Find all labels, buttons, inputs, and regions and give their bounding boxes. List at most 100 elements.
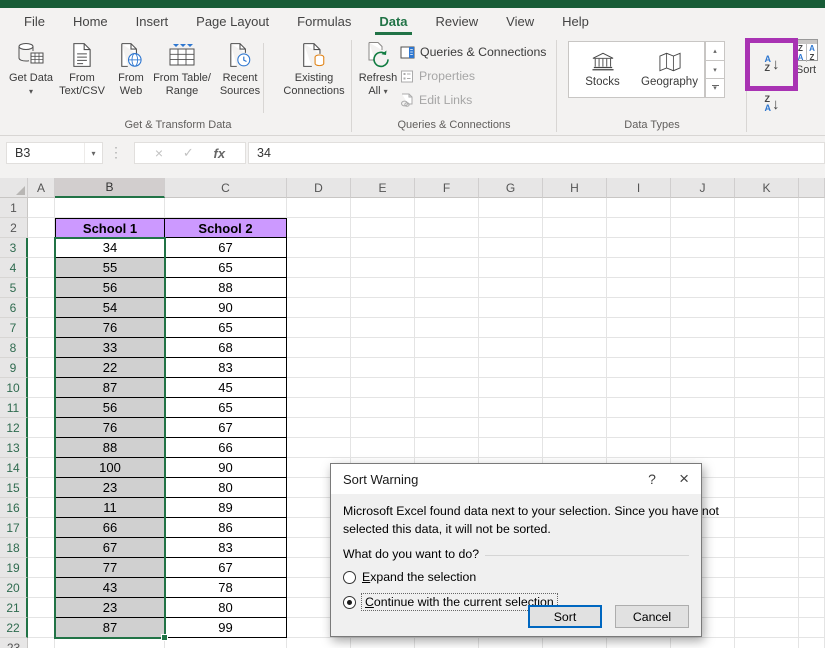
cell-J4[interactable] bbox=[671, 258, 735, 278]
cell-K6[interactable] bbox=[735, 298, 799, 318]
cell-G12[interactable] bbox=[479, 418, 543, 438]
cell-B17[interactable]: 66 bbox=[55, 518, 165, 538]
tab-view[interactable]: View bbox=[492, 8, 548, 35]
cell-H2[interactable] bbox=[543, 218, 607, 238]
cell-G10[interactable] bbox=[479, 378, 543, 398]
cell-E5[interactable] bbox=[351, 278, 415, 298]
row-header-8[interactable]: 8 bbox=[0, 338, 28, 358]
cell-J11[interactable] bbox=[671, 398, 735, 418]
cell-D6[interactable] bbox=[287, 298, 351, 318]
cell-B9[interactable]: 22 bbox=[55, 358, 165, 378]
select-all-corner[interactable] bbox=[0, 178, 28, 198]
cell-F6[interactable] bbox=[415, 298, 479, 318]
tab-file[interactable]: File bbox=[10, 8, 59, 35]
tab-review[interactable]: Review bbox=[422, 8, 493, 35]
cell-partial-23[interactable] bbox=[799, 638, 825, 648]
insert-function-icon[interactable]: fx bbox=[214, 146, 226, 161]
cell-partial-18[interactable] bbox=[799, 538, 825, 558]
cell-C3[interactable]: 67 bbox=[165, 238, 287, 258]
cell-F8[interactable] bbox=[415, 338, 479, 358]
sort-az-button[interactable]: AZ ↓ bbox=[752, 44, 792, 84]
recent-sources-button[interactable]: Recent Sources bbox=[212, 37, 268, 129]
cell-K23[interactable] bbox=[735, 638, 799, 648]
from-web-button[interactable]: From Web bbox=[110, 37, 152, 129]
cell-J12[interactable] bbox=[671, 418, 735, 438]
row-header-7[interactable]: 7 bbox=[0, 318, 28, 338]
cancel-entry-icon[interactable]: × bbox=[155, 145, 163, 161]
cell-K4[interactable] bbox=[735, 258, 799, 278]
cell-B1[interactable] bbox=[55, 198, 165, 218]
cell-C16[interactable]: 89 bbox=[165, 498, 287, 518]
cell-C14[interactable]: 90 bbox=[165, 458, 287, 478]
tab-formulas[interactable]: Formulas bbox=[283, 8, 365, 35]
cell-J1[interactable] bbox=[671, 198, 735, 218]
cell-D5[interactable] bbox=[287, 278, 351, 298]
refresh-all-button[interactable]: Refresh All ▾ bbox=[356, 37, 400, 129]
row-header-20[interactable]: 20 bbox=[0, 578, 28, 598]
cell-E3[interactable] bbox=[351, 238, 415, 258]
cell-B13[interactable]: 88 bbox=[55, 438, 165, 458]
cell-F23[interactable] bbox=[415, 638, 479, 648]
row-header-17[interactable]: 17 bbox=[0, 518, 28, 538]
column-header-B[interactable]: B bbox=[55, 178, 165, 198]
cell-A19[interactable] bbox=[28, 558, 55, 578]
cell-partial-13[interactable] bbox=[799, 438, 825, 458]
cell-D23[interactable] bbox=[287, 638, 351, 648]
cell-A17[interactable] bbox=[28, 518, 55, 538]
cell-G1[interactable] bbox=[479, 198, 543, 218]
cell-G3[interactable] bbox=[479, 238, 543, 258]
cell-partial-2[interactable] bbox=[799, 218, 825, 238]
cell-H6[interactable] bbox=[543, 298, 607, 318]
gallery-down-button[interactable]: ▾ bbox=[705, 60, 725, 80]
cell-A16[interactable] bbox=[28, 498, 55, 518]
cell-B18[interactable]: 67 bbox=[55, 538, 165, 558]
cell-G23[interactable] bbox=[479, 638, 543, 648]
tab-help[interactable]: Help bbox=[548, 8, 603, 35]
cell-C5[interactable]: 88 bbox=[165, 278, 287, 298]
cell-C23[interactable] bbox=[165, 638, 287, 648]
queries-connections-button[interactable]: Queries & Connections bbox=[400, 42, 546, 62]
cell-A20[interactable] bbox=[28, 578, 55, 598]
cell-E10[interactable] bbox=[351, 378, 415, 398]
sort-dialog-button[interactable]: Z A A Z Sort bbox=[788, 39, 824, 76]
cell-H12[interactable] bbox=[543, 418, 607, 438]
cell-J6[interactable] bbox=[671, 298, 735, 318]
cell-D12[interactable] bbox=[287, 418, 351, 438]
cell-K9[interactable] bbox=[735, 358, 799, 378]
cell-G11[interactable] bbox=[479, 398, 543, 418]
cell-C12[interactable]: 67 bbox=[165, 418, 287, 438]
cell-A5[interactable] bbox=[28, 278, 55, 298]
row-header-5[interactable]: 5 bbox=[0, 278, 28, 298]
cell-H4[interactable] bbox=[543, 258, 607, 278]
cell-B10[interactable]: 87 bbox=[55, 378, 165, 398]
cell-J7[interactable] bbox=[671, 318, 735, 338]
cell-C20[interactable]: 78 bbox=[165, 578, 287, 598]
cell-F3[interactable] bbox=[415, 238, 479, 258]
cell-K18[interactable] bbox=[735, 538, 799, 558]
cell-A22[interactable] bbox=[28, 618, 55, 638]
cell-K3[interactable] bbox=[735, 238, 799, 258]
cell-partial-17[interactable] bbox=[799, 518, 825, 538]
cell-I13[interactable] bbox=[607, 438, 671, 458]
cell-D11[interactable] bbox=[287, 398, 351, 418]
cell-partial-10[interactable] bbox=[799, 378, 825, 398]
row-header-4[interactable]: 4 bbox=[0, 258, 28, 278]
cell-F13[interactable] bbox=[415, 438, 479, 458]
cell-K10[interactable] bbox=[735, 378, 799, 398]
cell-K14[interactable] bbox=[735, 458, 799, 478]
cell-A4[interactable] bbox=[28, 258, 55, 278]
column-header-F[interactable]: F bbox=[415, 178, 479, 198]
cell-K5[interactable] bbox=[735, 278, 799, 298]
cell-I6[interactable] bbox=[607, 298, 671, 318]
cell-A14[interactable] bbox=[28, 458, 55, 478]
cell-D2[interactable] bbox=[287, 218, 351, 238]
cell-K17[interactable] bbox=[735, 518, 799, 538]
row-header-13[interactable]: 13 bbox=[0, 438, 28, 458]
cell-K7[interactable] bbox=[735, 318, 799, 338]
column-header-G[interactable]: G bbox=[479, 178, 543, 198]
cell-A21[interactable] bbox=[28, 598, 55, 618]
cell-I4[interactable] bbox=[607, 258, 671, 278]
cell-B4[interactable]: 55 bbox=[55, 258, 165, 278]
cell-C13[interactable]: 66 bbox=[165, 438, 287, 458]
chevron-down-icon[interactable]: ▾ bbox=[84, 143, 102, 163]
